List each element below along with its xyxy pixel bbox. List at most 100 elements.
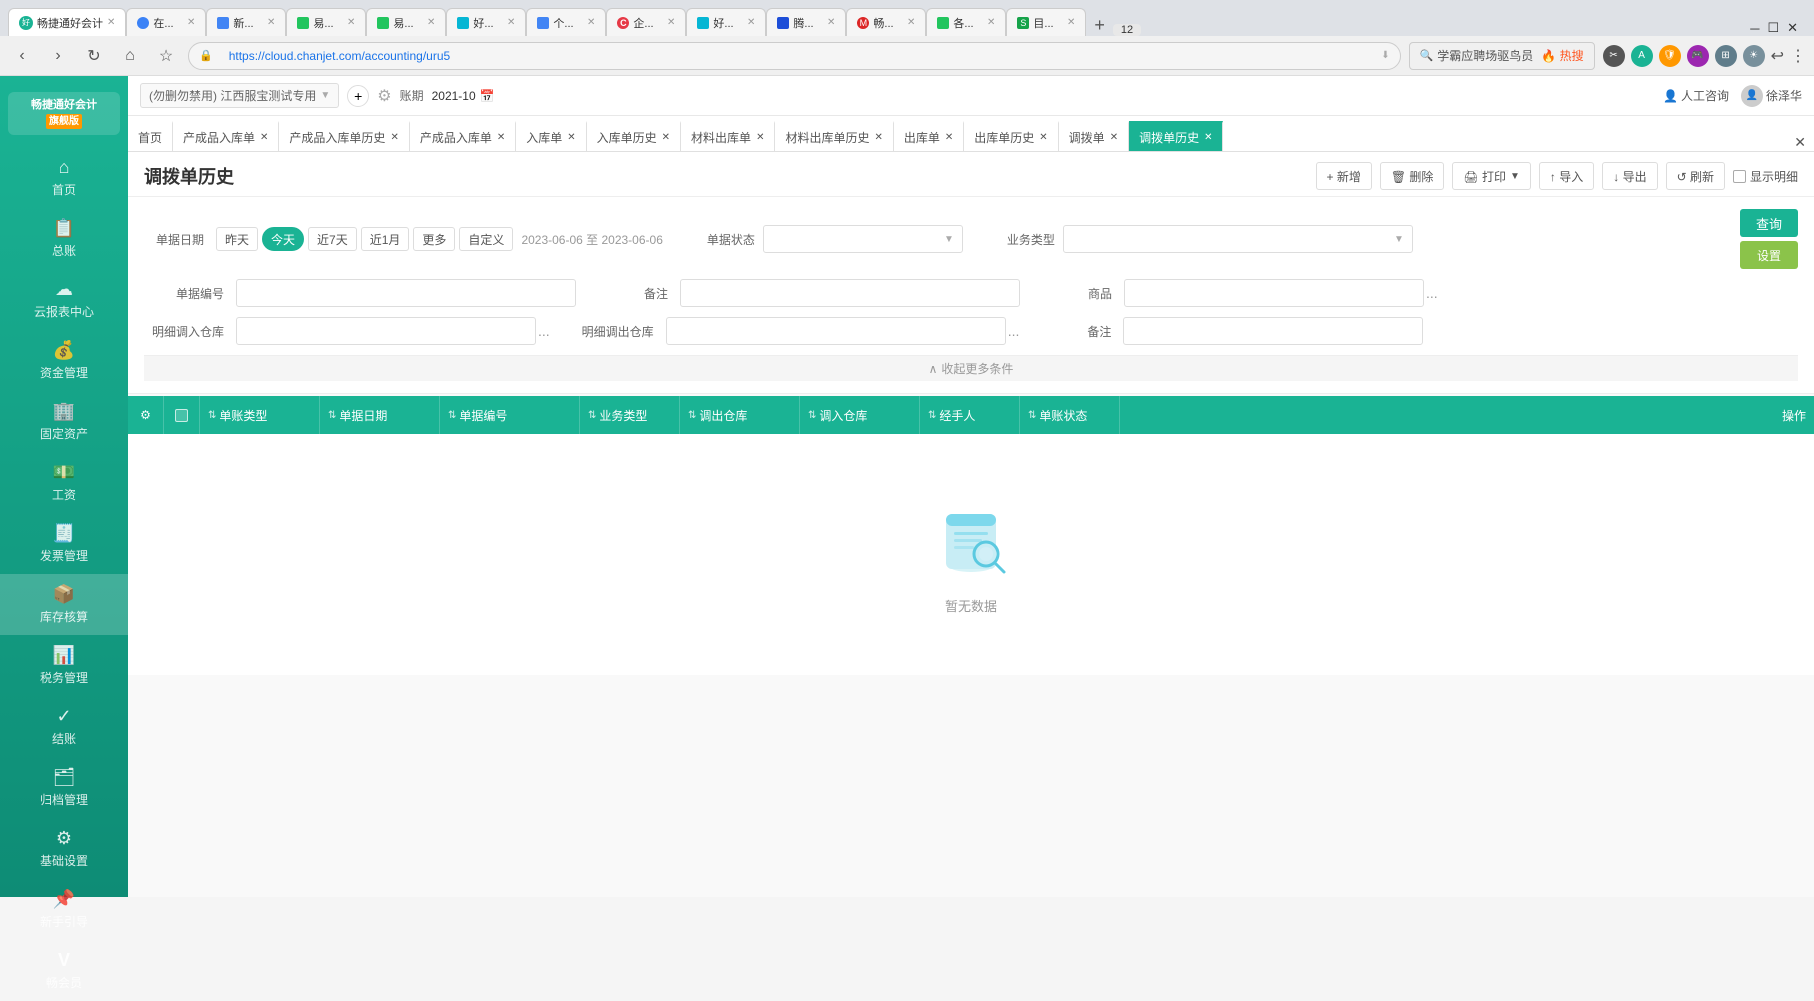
ext-shield[interactable]: 🛡 [1659, 45, 1681, 67]
th-settings[interactable]: ⚙ [128, 396, 164, 434]
tab-close-6[interactable]: ✕ [507, 17, 515, 28]
date-btn-7days[interactable]: 近7天 [308, 227, 357, 251]
th-biz[interactable]: ⇅ 业务类型 [580, 396, 680, 434]
sidebar-item-guide[interactable]: 📌 新手引导 [0, 879, 128, 940]
tab-material-out[interactable]: 材料出库单 ✕ [681, 121, 775, 151]
search-button[interactable]: 查询 [1740, 209, 1798, 237]
sidebar-item-salary[interactable]: 💵 工资 [0, 452, 128, 513]
remark-input[interactable] [680, 279, 1020, 307]
tab-out-order-history-close[interactable]: ✕ [1039, 132, 1047, 143]
detail-remark-input[interactable] [1123, 317, 1423, 345]
browser-tab-11[interactable]: M 畅... ✕ [846, 8, 926, 36]
sidebar-item-finance[interactable]: 💰 资金管理 [0, 330, 128, 391]
th-number[interactable]: ⇅ 单据编号 [440, 396, 580, 434]
tab-in-order-close[interactable]: ✕ [567, 132, 575, 143]
user-avatar[interactable]: 👤 徐泽华 [1741, 85, 1802, 107]
browser-tab-2[interactable]: 在... ✕ [126, 8, 206, 36]
tab-close-5[interactable]: ✕ [427, 17, 435, 28]
sidebar-item-inventory[interactable]: 📦 库存核算 [0, 574, 128, 635]
header-checkbox[interactable] [175, 409, 188, 422]
refresh-button[interactable]: ↺ 刷新 [1666, 162, 1725, 190]
forward-button[interactable]: › [44, 42, 72, 70]
tab-close-11[interactable]: ✕ [907, 17, 915, 28]
tab-close-icon[interactable]: ✕ [107, 17, 115, 28]
status-select[interactable]: ▼ [763, 225, 963, 253]
tab-close-12[interactable]: ✕ [987, 17, 995, 28]
tab-home[interactable]: 首页 [128, 121, 173, 151]
delete-button[interactable]: 🗑 删除 [1380, 162, 1445, 190]
tab-material-out-history[interactable]: 材料出库单历史 ✕ [775, 121, 893, 151]
ext-menu[interactable]: ⋮ [1790, 46, 1806, 66]
tab-close-3[interactable]: ✕ [267, 17, 275, 28]
date-btn-yesterday[interactable]: 昨天 [216, 227, 258, 251]
browser-tab-active[interactable]: 好 畅捷通好会计 ✕ [8, 8, 126, 36]
new-button[interactable]: + 新增 [1316, 162, 1372, 190]
collapse-bar[interactable]: ∧ 收起更多条件 [144, 355, 1798, 381]
tab-finished-goods-in-close[interactable]: ✕ [260, 132, 268, 143]
tab-out-order-close[interactable]: ✕ [945, 132, 953, 143]
tab-close-13[interactable]: ✕ [1067, 17, 1075, 28]
search-bar[interactable]: 🔍 学霸应聘场驱鸟员 🔥 热搜 [1409, 42, 1595, 70]
browser-tab-3[interactable]: 新... ✕ [206, 8, 286, 36]
display-toggle[interactable]: 显示明细 [1733, 168, 1798, 185]
minimize-button[interactable]: ─ [1750, 21, 1759, 36]
goods-more-icon[interactable]: ... [1426, 285, 1438, 301]
th-type[interactable]: ⇅ 单账类型 [200, 396, 320, 434]
sidebar-item-cloud-report[interactable]: ☁ 云报表中心 [0, 269, 128, 330]
tab-transfer-order-history[interactable]: 调拨单历史 ✕ [1129, 121, 1223, 151]
reload-button[interactable]: ↻ [80, 42, 108, 70]
doc-no-input[interactable] [236, 279, 576, 307]
tab-transfer-order-close[interactable]: ✕ [1110, 132, 1118, 143]
date-btn-more[interactable]: 更多 [413, 227, 455, 251]
ext-brightness[interactable]: ☀ [1743, 45, 1765, 67]
tab-finished-goods-in-2[interactable]: 产成品入库单 ✕ [410, 121, 516, 151]
sidebar-item-tax[interactable]: 📊 税务管理 [0, 635, 128, 696]
add-org-button[interactable]: + [347, 85, 369, 107]
sidebar-item-archive[interactable]: 🗂 归档管理 [0, 757, 128, 818]
tab-close-4[interactable]: ✕ [347, 17, 355, 28]
in-warehouse-field[interactable]: ... [236, 317, 550, 345]
print-button[interactable]: 🖨 打印 ▼ [1452, 162, 1530, 190]
goods-select[interactable] [1124, 279, 1424, 307]
out-warehouse-more-icon[interactable]: ... [1008, 323, 1020, 339]
tab-transfer-order[interactable]: 调拨单 ✕ [1059, 121, 1129, 151]
tab-finished-goods-in-history[interactable]: 产成品入库单历史 ✕ [279, 121, 409, 151]
tab-material-out-close[interactable]: ✕ [756, 132, 764, 143]
tab-close-8[interactable]: ✕ [667, 17, 675, 28]
date-btn-today[interactable]: 今天 [262, 227, 304, 251]
out-warehouse-select[interactable] [666, 317, 1006, 345]
ext-scissors[interactable]: ✂ [1603, 45, 1625, 67]
tab-in-order-history-close[interactable]: ✕ [662, 132, 670, 143]
home-button[interactable]: ⌂ [116, 42, 144, 70]
display-checkbox[interactable] [1733, 170, 1746, 183]
th-in-wh[interactable]: ⇅ 调入仓库 [800, 396, 920, 434]
settings-filter-button[interactable]: 设置 [1740, 241, 1798, 269]
date-btn-custom[interactable]: 自定义 [459, 227, 513, 251]
browser-tab-10[interactable]: 腾... ✕ [766, 8, 846, 36]
th-checkbox[interactable] [164, 396, 200, 434]
org-selector[interactable]: (勿删勿禁用) 江西服宝测试专用 ▼ [140, 83, 339, 108]
th-date[interactable]: ⇅ 单据日期 [320, 396, 440, 434]
browser-tab-6[interactable]: 好... ✕ [446, 8, 526, 36]
period-selector[interactable]: 2021-10 📅 [432, 89, 495, 103]
url-input[interactable] [217, 42, 1378, 70]
gear-settings-icon[interactable]: ⚙ [377, 86, 391, 106]
close-all-tabs[interactable]: ✕ [1786, 134, 1814, 151]
tab-close-10[interactable]: ✕ [827, 17, 835, 28]
tab-count-badge[interactable]: 12 [1113, 24, 1141, 36]
ext-grid[interactable]: ⊞ [1715, 45, 1737, 67]
sidebar-item-member[interactable]: V 畅会员 [0, 940, 128, 1001]
ext-undo[interactable]: ↩ [1771, 46, 1784, 66]
browser-tab-4[interactable]: 易... ✕ [286, 8, 366, 36]
sidebar-item-close[interactable]: ✓ 结账 [0, 696, 128, 757]
browser-tab-13[interactable]: S 目... ✕ [1006, 8, 1086, 36]
tab-finished-goods-in[interactable]: 产成品入库单 ✕ [173, 121, 279, 151]
sidebar-item-assets[interactable]: 🏢 固定资产 [0, 391, 128, 452]
tab-in-order[interactable]: 入库单 ✕ [516, 121, 586, 151]
sidebar-item-home[interactable]: ⌂ 首页 [0, 147, 128, 208]
close-window-button[interactable]: ✕ [1787, 20, 1798, 36]
back-button[interactable]: ‹ [8, 42, 36, 70]
tab-out-order[interactable]: 出库单 ✕ [894, 121, 964, 151]
sidebar-item-ledger[interactable]: 📋 总账 [0, 208, 128, 269]
browser-tab-5[interactable]: 易... ✕ [366, 8, 446, 36]
